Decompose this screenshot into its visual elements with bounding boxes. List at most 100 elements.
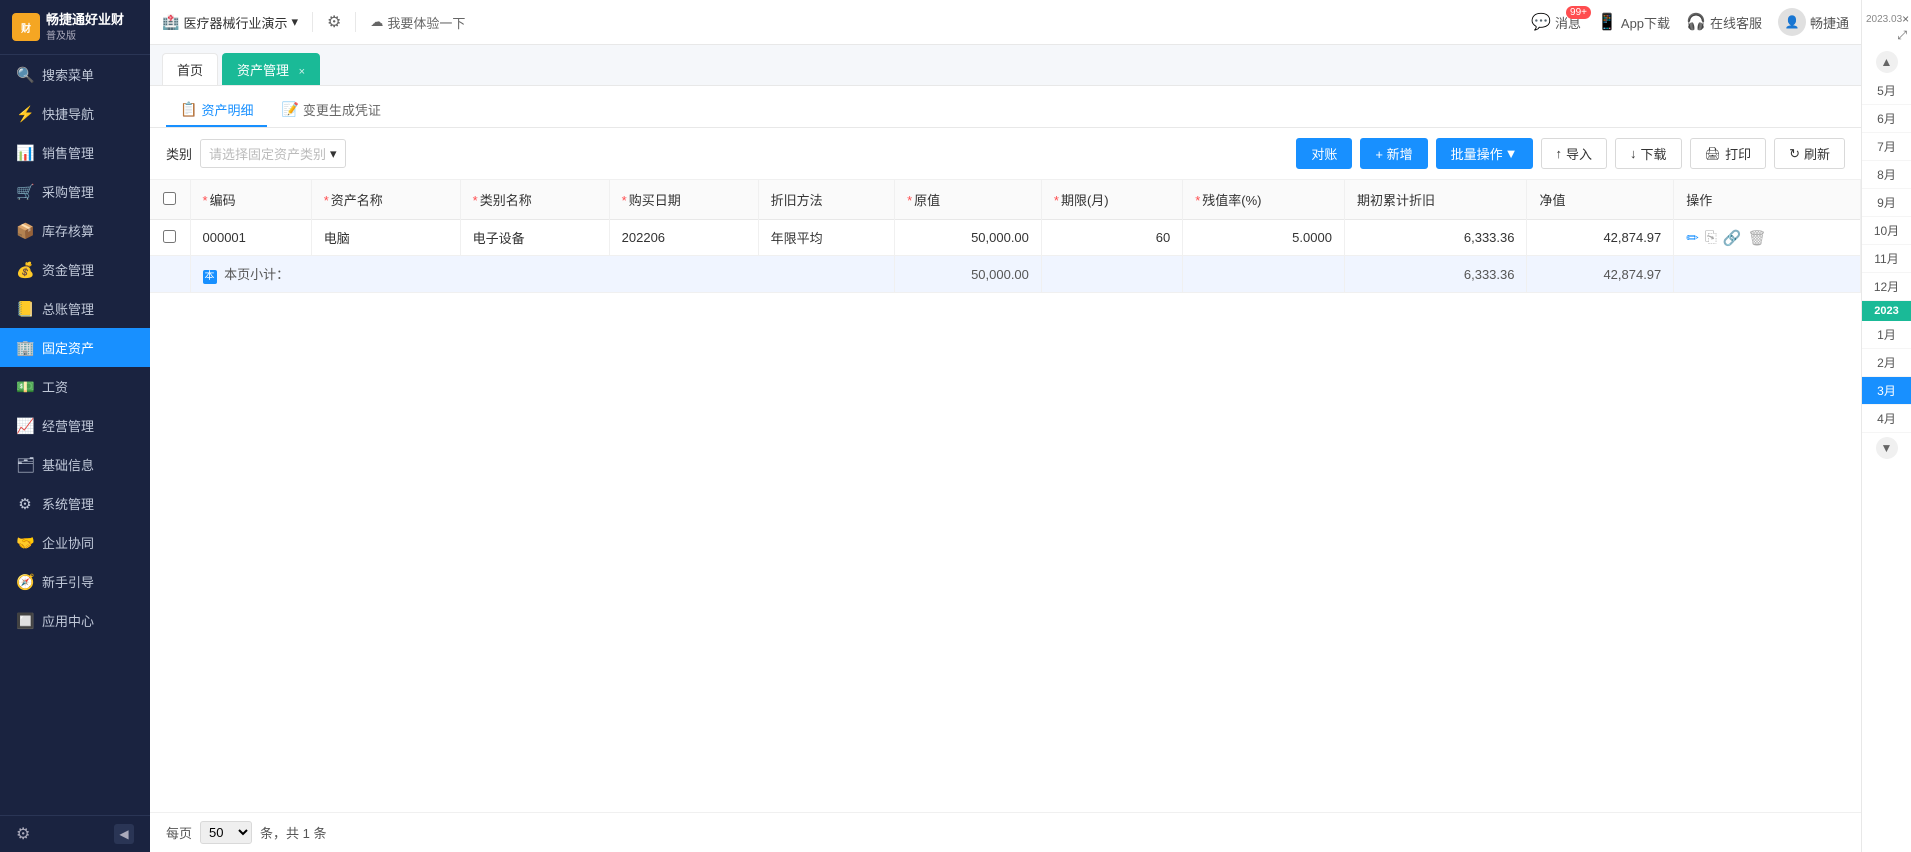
sidebar-item-quick-nav[interactable]: ⚡ 快捷导航 [0,94,150,133]
row-checkbox[interactable] [163,230,176,243]
new-button[interactable]: + 新增 [1360,138,1427,169]
collapse-sidebar-button[interactable]: ◀ [114,824,134,844]
print-button[interactable]: 🖨 打印 [1690,138,1767,169]
refresh-button[interactable]: ↻ 刷新 [1774,138,1845,169]
sub-tab-asset-detail[interactable]: 📋 资产明细 [166,94,267,127]
message-button[interactable]: 💬 消息 99+ [1531,12,1581,32]
category-dropdown[interactable]: 请选择固定资产类别 ▾ [200,139,346,168]
sidebar-item-enterprise[interactable]: 🤝 企业协同 [0,523,150,562]
export-button[interactable]: ↑ 导入 [1541,138,1608,169]
sidebar-item-salary[interactable]: 💵 工资 [0,367,150,406]
sidebar-item-purchase[interactable]: 🛒 采购管理 [0,172,150,211]
sidebar: 财 畅捷通好业财 普及版 🔍 搜索菜单 ⚡ 快捷导航 📊 销售管理 🛒 采购管理… [0,0,150,852]
month-aug[interactable]: 8月 [1862,161,1911,189]
sidebar-item-fixed-assets[interactable]: 🏢 固定资产 [0,328,150,367]
sub-tabs: 📋 资产明细 📝 变更生成凭证 [150,86,1861,128]
month-apr[interactable]: 4月 [1862,405,1911,433]
month-jul[interactable]: 7月 [1862,133,1911,161]
header-net-value: 净值 [1527,180,1674,220]
month-dec[interactable]: 12月 [1862,273,1911,301]
subtotal-row: 本 本页小计： 50,000.00 6,333.36 42,874.97 [150,256,1861,293]
sidebar-item-capital[interactable]: 💰 资金管理 [0,250,150,289]
change-voucher-icon: 📝 [281,101,298,118]
new-label: + 新增 [1375,144,1412,163]
sidebar-item-label-guide: 新手引导 [42,572,94,591]
sidebar-item-sales[interactable]: 📊 销售管理 [0,133,150,172]
tab-home[interactable]: 首页 [162,53,218,85]
sidebar-item-ledger[interactable]: 📒 总账管理 [0,289,150,328]
sidebar-bottom: ⚙ ◀ [0,815,150,852]
link-icon[interactable]: 🔗 [1723,229,1742,247]
main-area: 🏥 医疗器械行业演示 ▾ ⚙ ☁ 我要体验一下 💬 消息 99+ 📱 App下载… [150,0,1861,852]
company-icon: 🏥 [162,14,179,31]
toolbar-right: 对账 + 新增 批量操作 ▼ ↑ 导入 ↓ 下载 🖨 [1296,138,1845,169]
scroll-up-button[interactable]: ▲ [1876,51,1898,73]
salary-icon: 💵 [16,378,34,396]
row-category: 电子设备 [460,220,609,256]
user-name: 畅捷通 [1810,13,1849,32]
sidebar-item-label-salary: 工资 [42,377,68,396]
batch-button[interactable]: 批量操作 ▼ [1436,138,1533,169]
user-menu[interactable]: 👤 畅捷通 [1778,8,1849,36]
right-panel-close-icon[interactable]: × [1902,12,1909,26]
month-sep[interactable]: 9月 [1862,189,1911,217]
sidebar-item-inventory[interactable]: 📦 库存核算 [0,211,150,250]
sidebar-item-label-enterprise: 企业协同 [42,533,94,552]
month-may[interactable]: 5月 [1862,77,1911,105]
settings-icon[interactable]: ⚙ [16,824,30,844]
select-all-checkbox[interactable] [163,192,176,205]
edit-icon[interactable]: ✏ [1686,229,1699,247]
tab-close-button[interactable]: × [299,66,305,78]
sidebar-item-label-capital: 资金管理 [42,260,94,279]
logo-sub: 普及版 [46,27,124,42]
month-mar[interactable]: 3月 [1862,377,1911,405]
reconcile-label: 对账 [1311,144,1337,163]
month-jan[interactable]: 1月 [1862,321,1911,349]
tab-asset-management[interactable]: 资产管理 × [222,53,320,85]
total-label: 条，共 1 条 [260,823,326,842]
per-page-select[interactable]: 50 10 20 100 [200,821,252,844]
app-center-icon: 🔲 [16,612,34,630]
scroll-down-button[interactable]: ▼ [1876,437,1898,459]
delete-icon[interactable]: 🗑 [1748,229,1767,247]
sidebar-item-basic-info[interactable]: 🗂 基础信息 [0,445,150,484]
right-panel-expand-icon[interactable]: ⤢ [1897,28,1907,43]
sidebar-item-guide[interactable]: 🧭 新手引导 [0,562,150,601]
sub-tab-asset-detail-label: 资产明细 [201,100,253,119]
refresh-icon: ↻ [1789,146,1800,162]
tab-home-label: 首页 [177,63,203,78]
sidebar-item-search[interactable]: 🔍 搜索菜单 [0,55,150,94]
settings-gear-icon[interactable]: ⚙ [327,12,341,32]
table-row: 000001 电脑 电子设备 202206 年限平均 50,000.00 60 … [150,220,1861,256]
download-icon: ↓ [1630,146,1637,161]
copy-icon[interactable]: ⎘ [1705,229,1717,246]
company-name: 医疗器械行业演示 [183,13,287,32]
sidebar-item-label-inventory: 库存核算 [42,221,94,240]
fixed-assets-icon: 🏢 [16,339,34,357]
app-download-button[interactable]: 📱 App下载 [1597,12,1670,32]
company-selector[interactable]: 🏥 医疗器械行业演示 ▾ [162,13,298,32]
experience-button[interactable]: ☁ 我要体验一下 [370,13,465,32]
customer-service-button[interactable]: 🎧 在线客服 [1686,12,1762,32]
sidebar-item-app-center[interactable]: 🔲 应用中心 [0,601,150,640]
month-oct[interactable]: 10月 [1862,217,1911,245]
subtotal-original-value: 50,000.00 [895,256,1042,293]
month-nov[interactable]: 11月 [1862,245,1911,273]
reconcile-button[interactable]: 对账 [1296,138,1352,169]
toolbar: 类别 请选择固定资产类别 ▾ 对账 + 新增 批量操作 ▼ ↑ [150,128,1861,180]
service-icon: 🎧 [1686,12,1706,32]
sidebar-item-system[interactable]: ⚙ 系统管理 [0,484,150,523]
month-feb[interactable]: 2月 [1862,349,1911,377]
month-jun[interactable]: 6月 [1862,105,1911,133]
sidebar-item-label-app-center: 应用中心 [42,611,94,630]
topbar: 🏥 医疗器械行业演示 ▾ ⚙ ☁ 我要体验一下 💬 消息 99+ 📱 App下载… [150,0,1861,45]
enterprise-icon: 🤝 [16,534,34,552]
download-button[interactable]: ↓ 下载 [1615,138,1682,169]
header-checkbox-cell [150,180,190,220]
subtotal-period-empty [1041,256,1182,293]
sidebar-item-operation[interactable]: 📈 经营管理 [0,406,150,445]
sidebar-item-label-quick-nav: 快捷导航 [42,104,94,123]
sub-tab-change-voucher[interactable]: 📝 变更生成凭证 [267,94,394,127]
sidebar-item-label-purchase: 采购管理 [42,182,94,201]
inventory-icon: 📦 [16,222,34,240]
